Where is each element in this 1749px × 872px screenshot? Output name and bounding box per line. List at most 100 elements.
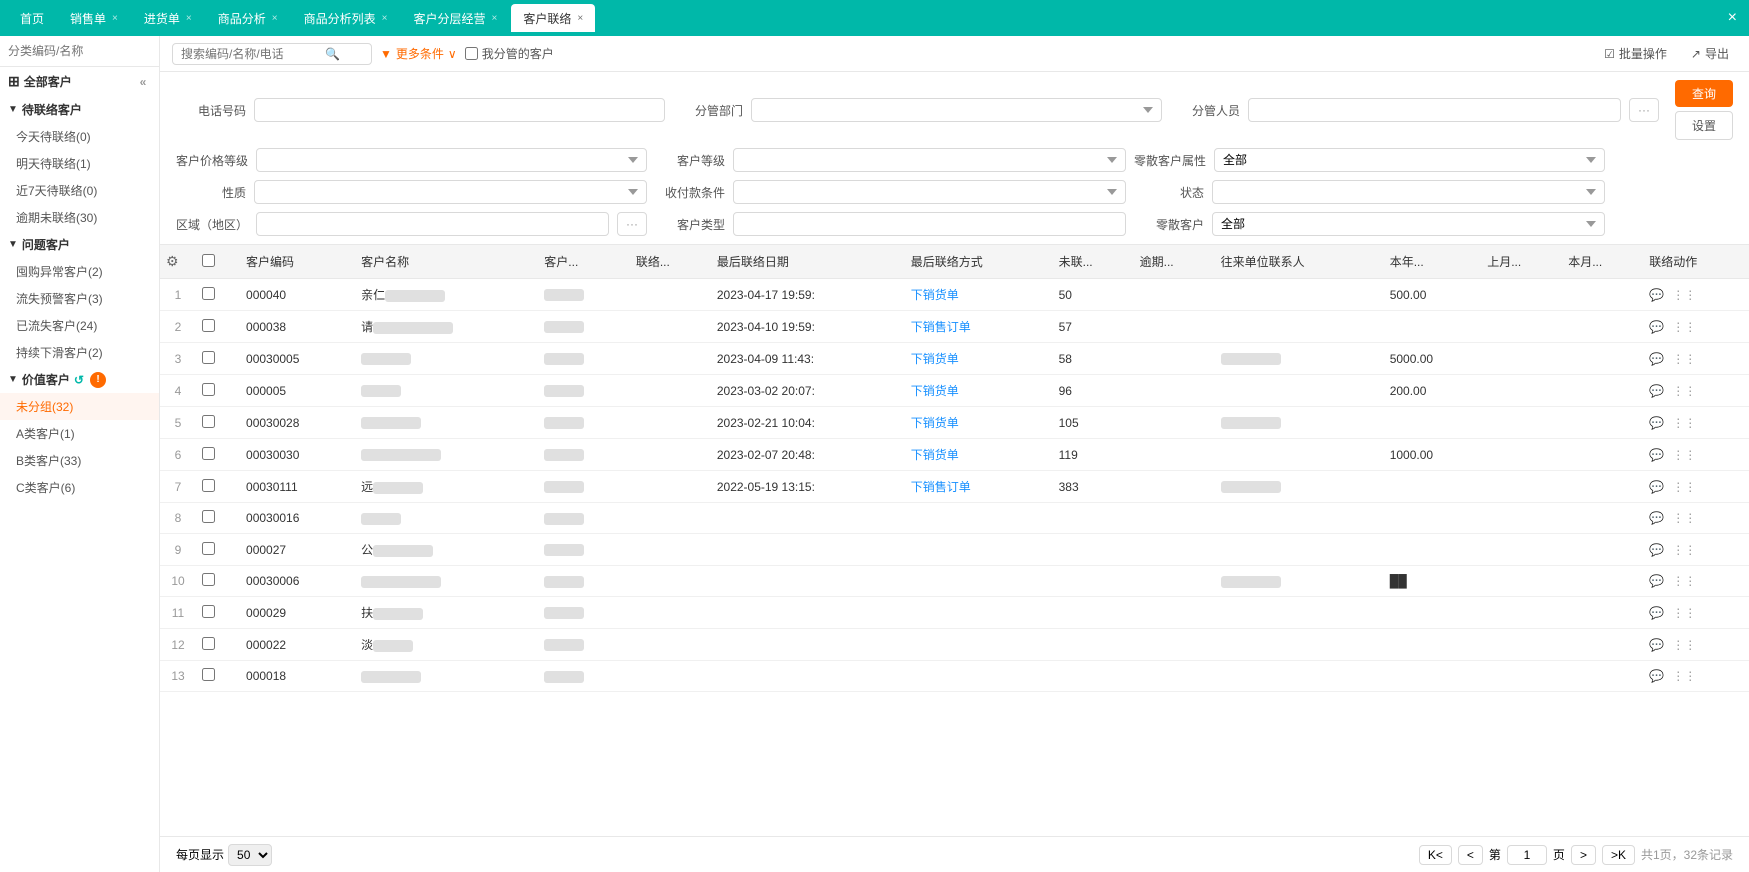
nature-select[interactable] [254,180,647,204]
more-icon[interactable]: ⋮⋮ [1672,543,1696,557]
col-overdue[interactable]: 逾期... [1134,245,1215,279]
payment-select[interactable] [733,180,1126,204]
chat-icon[interactable]: 💬 [1649,352,1664,366]
row-checkbox[interactable] [196,343,240,375]
col-last-month[interactable]: 上月... [1481,245,1562,279]
row-checkbox[interactable] [196,534,240,566]
sidebar-item-loss-warning[interactable]: 流失预警客户(3) [0,285,159,312]
row-checkbox[interactable] [196,661,240,692]
chat-icon[interactable]: 💬 [1649,416,1664,430]
method-link[interactable]: 下销货单 [911,448,959,462]
method-link[interactable]: 下销售订单 [911,320,971,334]
close-tab-segment[interactable]: × [491,13,497,24]
reset-button[interactable]: 设置 [1675,111,1733,140]
customer-level-select[interactable] [733,148,1126,172]
retail-customer-select[interactable]: 全部 [1212,212,1605,236]
col-this-month[interactable]: 本月... [1562,245,1643,279]
page-size-select[interactable]: 50 [228,844,272,866]
chat-icon[interactable]: 💬 [1649,543,1664,557]
more-icon[interactable]: ⋮⋮ [1672,352,1696,366]
status-select[interactable] [1212,180,1605,204]
method-link[interactable]: 下销货单 [911,416,959,430]
sidebar-item-today[interactable]: 今天待联络(0) [0,123,159,150]
tab-home[interactable]: 首页 [8,4,56,32]
close-tab-product-list[interactable]: × [382,13,388,24]
tab-sales-order[interactable]: 销售单 × [58,4,130,32]
more-icon[interactable]: ⋮⋮ [1672,606,1696,620]
col-code[interactable]: 客户编码 [240,245,355,279]
more-icon[interactable]: ⋮⋮ [1672,574,1696,588]
close-tab-sales[interactable]: × [112,13,118,24]
chat-icon[interactable]: 💬 [1649,511,1664,525]
close-tab-contact[interactable]: × [577,13,583,24]
col-last-method[interactable]: 最后联络方式 [905,245,1053,279]
more-icon[interactable]: ⋮⋮ [1672,480,1696,494]
chat-icon[interactable]: 💬 [1649,606,1664,620]
row-checkbox[interactable] [196,375,240,407]
window-close-button[interactable]: × [1724,5,1741,31]
method-link[interactable]: 下销货单 [911,288,959,302]
row-checkbox[interactable] [196,311,240,343]
group-pending-contact[interactable]: ▼ 待联络客户 [0,96,159,123]
collapse-sidebar-icon[interactable]: « [135,74,151,90]
method-link[interactable]: 下销售订单 [911,480,971,494]
more-icon[interactable]: ⋮⋮ [1672,448,1696,462]
refresh-icon[interactable]: ↺ [74,373,84,387]
sidebar-item-ungroup[interactable]: 未分组(32) [0,393,159,420]
more-icon[interactable]: ⋮⋮ [1672,638,1696,652]
export-button[interactable]: ↗ 导出 [1683,42,1737,65]
query-button[interactable]: 查询 [1675,80,1733,107]
chat-icon[interactable]: 💬 [1649,574,1664,588]
manager-ellipsis-button[interactable]: ··· [1629,98,1659,122]
row-checkbox[interactable] [196,503,240,534]
customer-type-input[interactable] [733,212,1126,236]
price-level-select[interactable] [256,148,647,172]
sidebar-item-class-a[interactable]: A类客户(1) [0,420,159,447]
more-icon[interactable]: ⋮⋮ [1672,511,1696,525]
retail-attr-select[interactable]: 全部 [1214,148,1605,172]
col-year-amount[interactable]: 本年... [1384,245,1482,279]
group-value-customers[interactable]: ▼ 价值客户 ↺ ! [0,366,159,393]
sidebar-item-class-c[interactable]: C类客户(6) [0,474,159,501]
my-customers-check[interactable] [465,47,478,60]
tab-product-analysis-list[interactable]: 商品分析列表 × [292,4,400,32]
chat-icon[interactable]: 💬 [1649,384,1664,398]
sidebar-item-abnormal[interactable]: 囤购异常客户(2) [0,258,159,285]
last-page-button[interactable]: >K [1602,845,1635,865]
row-checkbox[interactable] [196,279,240,311]
row-checkbox[interactable] [196,471,240,503]
sidebar-item-class-b[interactable]: B类客户(33) [0,447,159,474]
next-page-button[interactable]: > [1571,845,1596,865]
sidebar-search-input[interactable] [8,44,160,58]
more-icon[interactable]: ⋮⋮ [1672,416,1696,430]
tab-customer-contact[interactable]: 客户联络 × [511,4,595,32]
my-customers-checkbox[interactable]: 我分管的客户 [465,45,554,62]
more-icon[interactable]: ⋮⋮ [1672,320,1696,334]
chat-icon[interactable]: 💬 [1649,288,1664,302]
row-checkbox[interactable] [196,407,240,439]
manager-input[interactable] [1248,98,1621,122]
col-checkbox[interactable] [196,245,240,279]
more-icon[interactable]: ⋮⋮ [1672,288,1696,302]
sidebar-item-tomorrow[interactable]: 明天待联络(1) [0,150,159,177]
chat-icon[interactable]: 💬 [1649,669,1664,683]
prev-page-button[interactable]: < [1458,845,1483,865]
more-conditions-button[interactable]: ▼ 更多条件 ∨ [380,45,457,62]
group-problem-customers[interactable]: ▼ 问题客户 [0,231,159,258]
search-icon[interactable]: 🔍 [325,47,340,61]
area-input[interactable] [256,212,609,236]
more-icon[interactable]: ⋮⋮ [1672,669,1696,683]
sidebar-item-7days[interactable]: 近7天待联络(0) [0,177,159,204]
sidebar-item-lost[interactable]: 已流失客户(24) [0,312,159,339]
main-search-input[interactable] [181,47,321,61]
col-name[interactable]: 客户名称 [355,245,538,279]
sidebar-item-declining[interactable]: 持续下滑客户(2) [0,339,159,366]
chat-icon[interactable]: 💬 [1649,448,1664,462]
col-no-contact[interactable]: 未联... [1053,245,1134,279]
chat-icon[interactable]: 💬 [1649,638,1664,652]
tab-purchase[interactable]: 进货单 × [132,4,204,32]
tab-product-analysis[interactable]: 商品分析 × [206,4,290,32]
col-contact[interactable]: 联络... [630,245,711,279]
close-tab-product-analysis[interactable]: × [272,13,278,24]
chat-icon[interactable]: 💬 [1649,480,1664,494]
